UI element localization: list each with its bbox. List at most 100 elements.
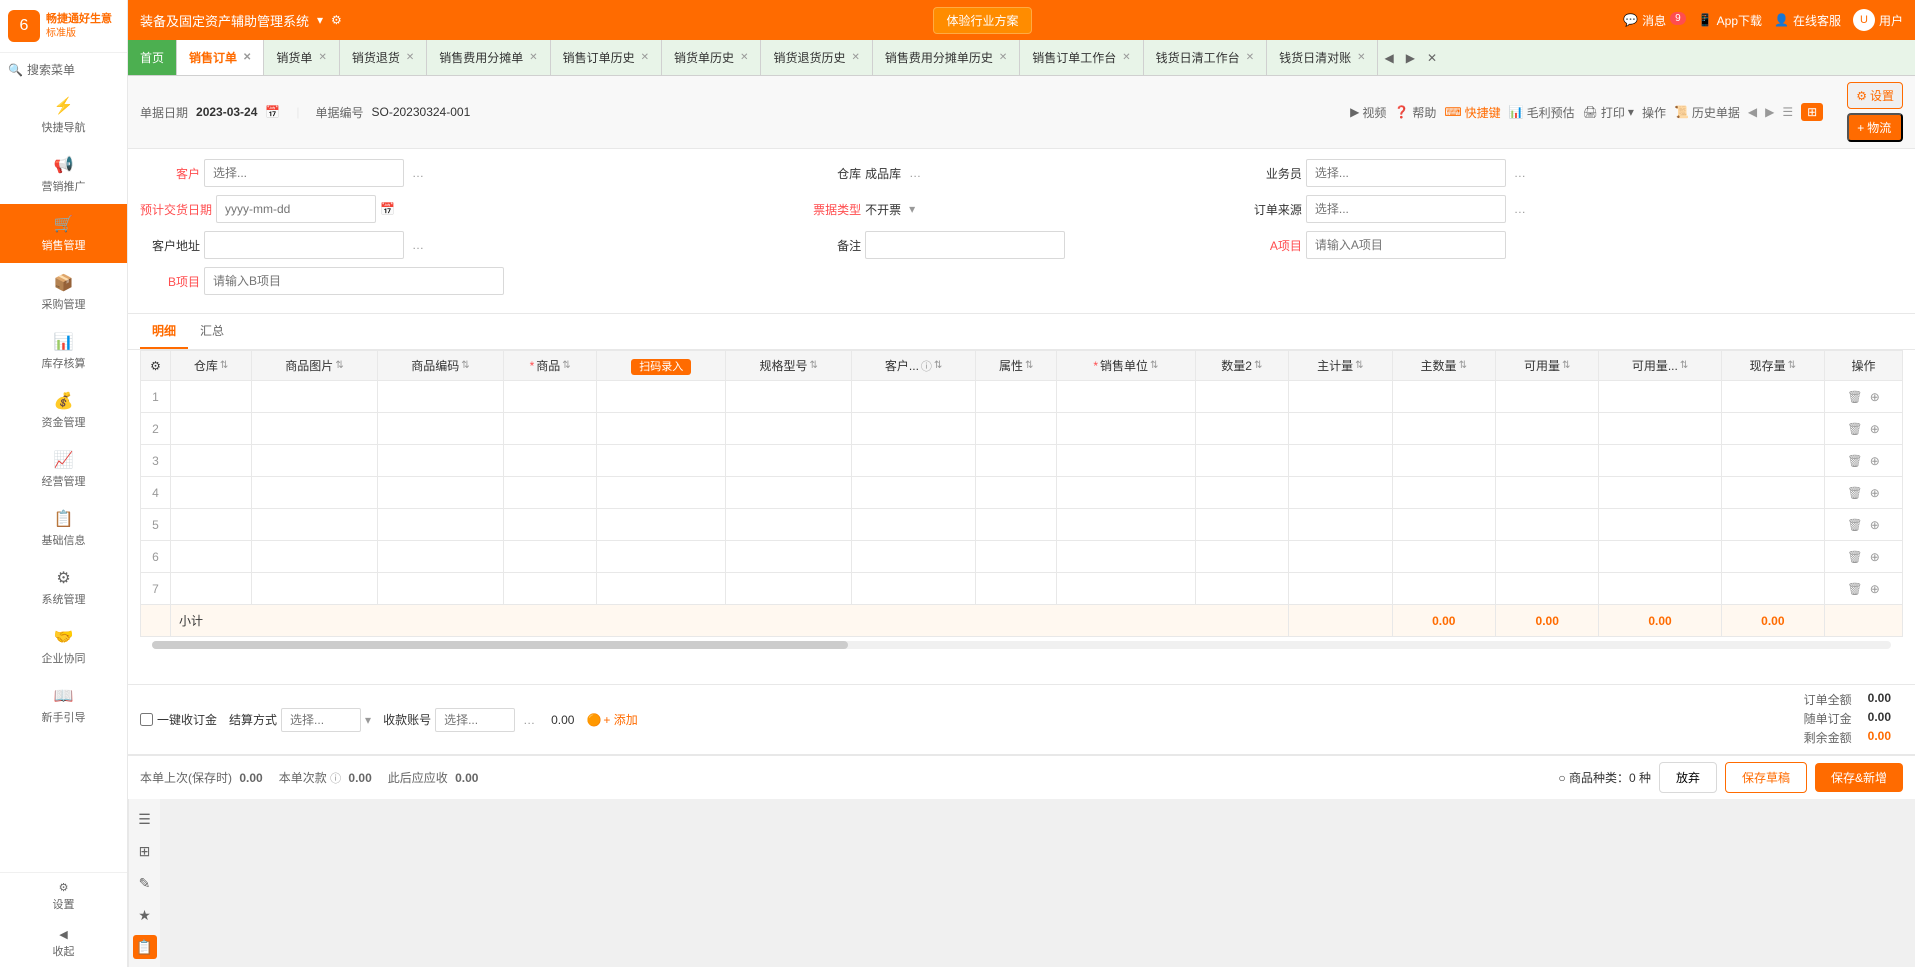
row-action[interactable]: 🗑 ⊕: [1825, 413, 1903, 445]
row-available2[interactable]: [1599, 381, 1721, 413]
delete-icon[interactable]: 🗑: [1847, 518, 1862, 532]
online-service-button[interactable]: 👤 在线客服: [1774, 12, 1841, 29]
row-code[interactable]: [377, 413, 503, 445]
col-attr[interactable]: 属性⇅: [976, 351, 1057, 381]
row-scan[interactable]: [597, 573, 726, 605]
row-unit[interactable]: [1057, 509, 1195, 541]
payment-method-input[interactable]: [281, 708, 361, 732]
nav-prev-btn[interactable]: ◀: [1748, 105, 1757, 119]
tab-close-icon[interactable]: ✕: [318, 52, 326, 63]
row-attr[interactable]: [976, 413, 1057, 445]
row-customer-code[interactable]: [852, 573, 976, 605]
b-project-input[interactable]: [204, 267, 504, 295]
delete-icon[interactable]: 🗑: [1847, 582, 1862, 596]
tab-fee-split-history[interactable]: 销售费用分摊单历史 ✕: [873, 40, 1020, 75]
row-scan[interactable]: [597, 445, 726, 477]
row-qty2[interactable]: [1195, 509, 1289, 541]
help-button[interactable]: ❓ 帮助: [1394, 104, 1436, 121]
calendar2-icon[interactable]: 📅: [380, 202, 395, 216]
row-action[interactable]: 🗑 ⊕: [1825, 477, 1903, 509]
row-unit[interactable]: [1057, 381, 1195, 413]
sidebar-item-quicknav[interactable]: ⚡ 快捷导航: [0, 86, 127, 145]
col-code[interactable]: 商品编码⇅: [377, 351, 503, 381]
message-button[interactable]: 💬 消息 9: [1623, 12, 1686, 29]
row-code[interactable]: [377, 477, 503, 509]
row-scan[interactable]: [597, 509, 726, 541]
table-row[interactable]: 7 🗑 ⊕: [141, 573, 1903, 605]
row-image[interactable]: [252, 413, 378, 445]
row-spec[interactable]: [726, 509, 852, 541]
tab-close-icon[interactable]: ✕: [999, 52, 1007, 63]
row-code[interactable]: [377, 541, 503, 573]
view-toggle-btn[interactable]: ☰: [1782, 105, 1793, 119]
table-row[interactable]: 1 🗑 ⊕: [141, 381, 1903, 413]
staff-input[interactable]: [1306, 159, 1506, 187]
row-code[interactable]: [377, 445, 503, 477]
tab-cash-reconcile[interactable]: 钱货日清对账 ✕: [1267, 40, 1378, 75]
sidebar-collapse[interactable]: ◀ 收起: [0, 920, 127, 967]
address-more-btn[interactable]: …: [408, 238, 428, 252]
copy-icon[interactable]: ⊕: [1870, 486, 1880, 500]
row-image[interactable]: [252, 541, 378, 573]
customer-input[interactable]: [204, 159, 404, 187]
table-row[interactable]: 4 🗑 ⊕: [141, 477, 1903, 509]
sidebar-item-guide[interactable]: 📖 新手引导: [0, 676, 127, 735]
row-action[interactable]: 🗑 ⊕: [1825, 445, 1903, 477]
row-main-qty[interactable]: [1392, 381, 1495, 413]
print-button[interactable]: 🖨 打印 ▾: [1583, 104, 1634, 121]
customer-more-btn[interactable]: …: [408, 166, 428, 180]
settings-button[interactable]: ⚙ 设置: [1847, 82, 1903, 109]
tab-summary[interactable]: 汇总: [188, 314, 236, 349]
row-product[interactable]: [503, 509, 597, 541]
table-row[interactable]: 2 🗑 ⊕: [141, 413, 1903, 445]
tab-returns-history[interactable]: 销货退货历史 ✕: [761, 40, 872, 75]
add-material-button[interactable]: + 物流: [1847, 113, 1903, 142]
row-main-measure[interactable]: [1289, 541, 1392, 573]
col-available2[interactable]: 可用量...⇅: [1599, 351, 1721, 381]
row-qty2[interactable]: [1195, 573, 1289, 605]
row-warehouse[interactable]: [171, 477, 252, 509]
row-main-measure[interactable]: [1289, 573, 1392, 605]
col-main-measure[interactable]: 主计量⇅: [1289, 351, 1392, 381]
row-main-qty[interactable]: [1392, 541, 1495, 573]
row-unit[interactable]: [1057, 413, 1195, 445]
save-new-button[interactable]: 保存&新增: [1815, 763, 1903, 792]
tab-close-icon[interactable]: ✕: [851, 52, 859, 63]
row-product[interactable]: [503, 573, 597, 605]
row-available[interactable]: [1495, 477, 1598, 509]
delete-icon[interactable]: 🗑: [1847, 390, 1862, 404]
row-code[interactable]: [377, 573, 503, 605]
profit-button[interactable]: 📊 毛利预估: [1509, 104, 1575, 121]
col-image[interactable]: 商品图片⇅: [252, 351, 378, 381]
row-main-qty[interactable]: [1392, 413, 1495, 445]
sidebar-item-operation[interactable]: 📈 经营管理: [0, 440, 127, 499]
row-qty2[interactable]: [1195, 445, 1289, 477]
table-row[interactable]: 6 🗑 ⊕: [141, 541, 1903, 573]
tab-next-btn[interactable]: ▶: [1400, 40, 1421, 75]
tab-close-icon[interactable]: ✕: [740, 52, 748, 63]
settings-icon[interactable]: ⚙: [331, 13, 342, 27]
row-spec[interactable]: [726, 541, 852, 573]
row-customer-code[interactable]: [852, 509, 976, 541]
row-image[interactable]: [252, 445, 378, 477]
scroll-bar[interactable]: [140, 637, 1903, 653]
row-customer-code[interactable]: [852, 445, 976, 477]
row-spec[interactable]: [726, 445, 852, 477]
view-button[interactable]: ▶ 视频: [1350, 104, 1386, 121]
table-row[interactable]: 3 🗑 ⊕: [141, 445, 1903, 477]
row-customer-code[interactable]: [852, 413, 976, 445]
row-main-qty[interactable]: [1392, 445, 1495, 477]
tab-menu-btn[interactable]: ✕: [1421, 40, 1443, 75]
row-main-measure[interactable]: [1289, 477, 1392, 509]
row-product[interactable]: [503, 541, 597, 573]
row-stock[interactable]: [1721, 509, 1824, 541]
col-customer-code[interactable]: 客户... ⓘ⇅: [852, 351, 976, 381]
row-spec[interactable]: [726, 381, 852, 413]
dropdown-icon[interactable]: ▾: [317, 13, 323, 27]
row-warehouse[interactable]: [171, 445, 252, 477]
row-attr[interactable]: [976, 477, 1057, 509]
row-action[interactable]: 🗑 ⊕: [1825, 509, 1903, 541]
delete-icon[interactable]: 🗑: [1847, 486, 1862, 500]
col-product[interactable]: * 商品⇅: [503, 351, 597, 381]
col-stock[interactable]: 现存量⇅: [1721, 351, 1824, 381]
